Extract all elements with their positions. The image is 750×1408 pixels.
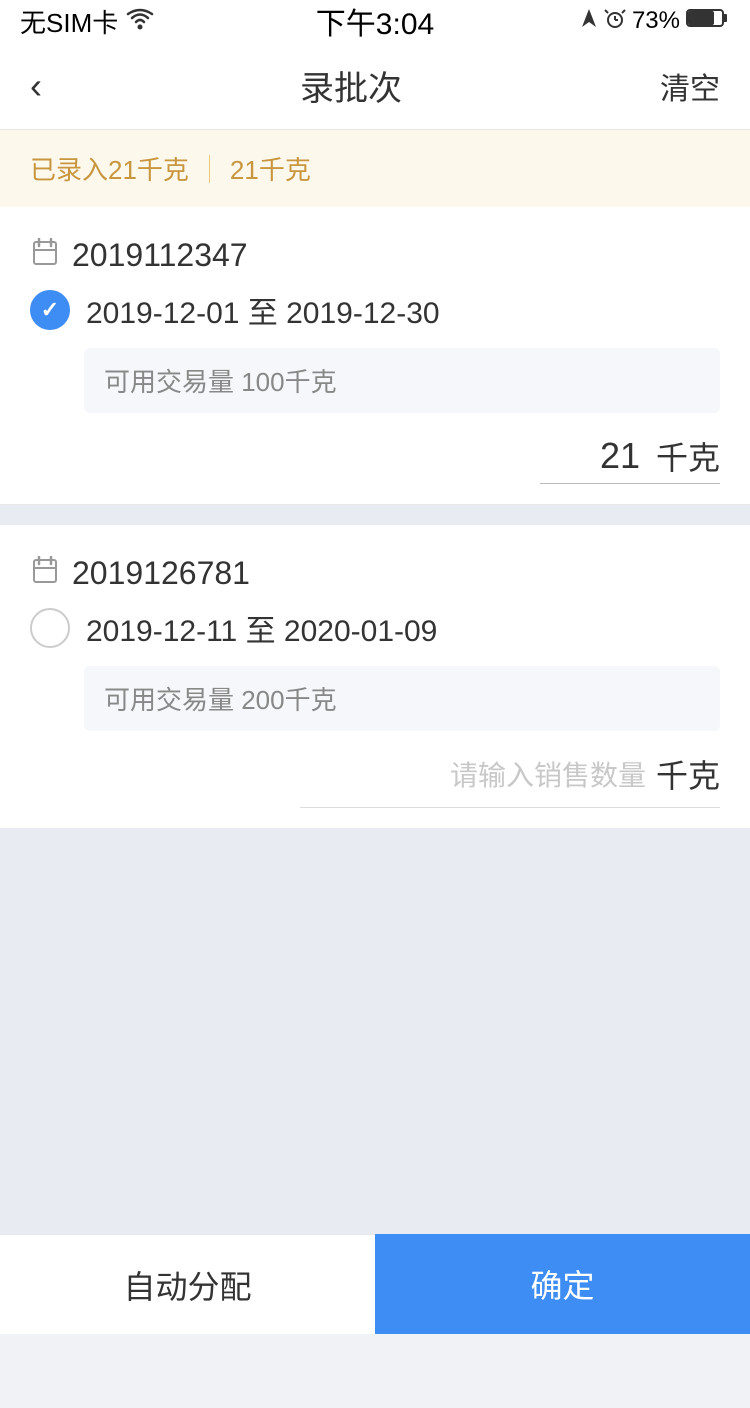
- alarm-icon: [604, 7, 626, 36]
- batch-number-2: 2019126781: [72, 555, 250, 592]
- status-left: 无SIM卡: [20, 3, 154, 40]
- info-bar: 已录入21千克 21千克: [0, 130, 750, 207]
- status-bar: 无SIM卡 下午3:04 73%: [0, 0, 750, 42]
- quantity-number-1[interactable]: 21: [600, 435, 640, 477]
- batch-date-row-2: 2019-12-11 至 2020-01-09: [30, 606, 720, 650]
- batch-available-1: 可用交易量 100千克: [84, 348, 720, 413]
- batch-available-2: 可用交易量 200千克: [84, 666, 720, 731]
- clear-button[interactable]: 清空: [660, 64, 720, 108]
- location-icon: [580, 7, 598, 36]
- bottom-bar: 自动分配 确定: [0, 1234, 750, 1334]
- quantity-unit-1: 千克: [656, 433, 720, 479]
- quantity-row-1: 21 千克: [0, 413, 750, 505]
- section-separator: [0, 505, 750, 525]
- nav-bar: ‹ 录批次 清空: [0, 42, 750, 130]
- batch-date-row-1: 2019-12-01 至 2019-12-30: [30, 288, 720, 332]
- radio-btn-2[interactable]: [30, 608, 70, 648]
- batch-date-2: 2019-12-11 至 2020-01-09: [86, 606, 437, 650]
- recorded-amount: 已录入21千克: [30, 150, 189, 187]
- battery-icon: [686, 7, 730, 36]
- quantity-input-area-1: 21 千克: [540, 433, 720, 484]
- auto-distribute-button[interactable]: 自动分配: [0, 1234, 375, 1334]
- confirm-button[interactable]: 确定: [375, 1234, 750, 1334]
- amount-value: 21千克: [230, 150, 311, 187]
- input-underline-row-2: [0, 807, 750, 828]
- input-underline-2: [300, 807, 720, 808]
- batch-icon-2: [30, 556, 60, 592]
- status-right: 73%: [580, 7, 730, 36]
- input-row-2: 请输入销售数量 千克: [0, 731, 750, 807]
- status-time: 下午3:04: [316, 0, 434, 43]
- radio-btn-1[interactable]: [30, 290, 70, 330]
- input-unit-2: 千克: [656, 751, 720, 797]
- batch-item-2: 2019126781 2019-12-11 至 2020-01-09 可用交易量…: [0, 525, 750, 731]
- batch-item-1: 2019112347 2019-12-01 至 2019-12-30 可用交易量…: [0, 207, 750, 413]
- batch-icon-1: [30, 238, 60, 274]
- back-button[interactable]: ‹: [30, 65, 42, 107]
- battery-percent: 73%: [632, 7, 680, 35]
- quantity-underline-1: [540, 483, 720, 484]
- carrier-text: 无SIM卡: [20, 3, 118, 40]
- batch-header-1: 2019112347: [30, 237, 720, 274]
- page-title: 录批次: [300, 61, 402, 110]
- quantity-placeholder-2: 请输入销售数量: [30, 754, 646, 794]
- info-divider: [209, 155, 210, 183]
- wifi-icon: [126, 6, 154, 37]
- batch-header-2: 2019126781: [30, 555, 720, 592]
- batch-date-1: 2019-12-01 至 2019-12-30: [86, 288, 440, 332]
- main-content: 2019112347 2019-12-01 至 2019-12-30 可用交易量…: [0, 207, 750, 1408]
- batch-number-1: 2019112347: [72, 237, 248, 274]
